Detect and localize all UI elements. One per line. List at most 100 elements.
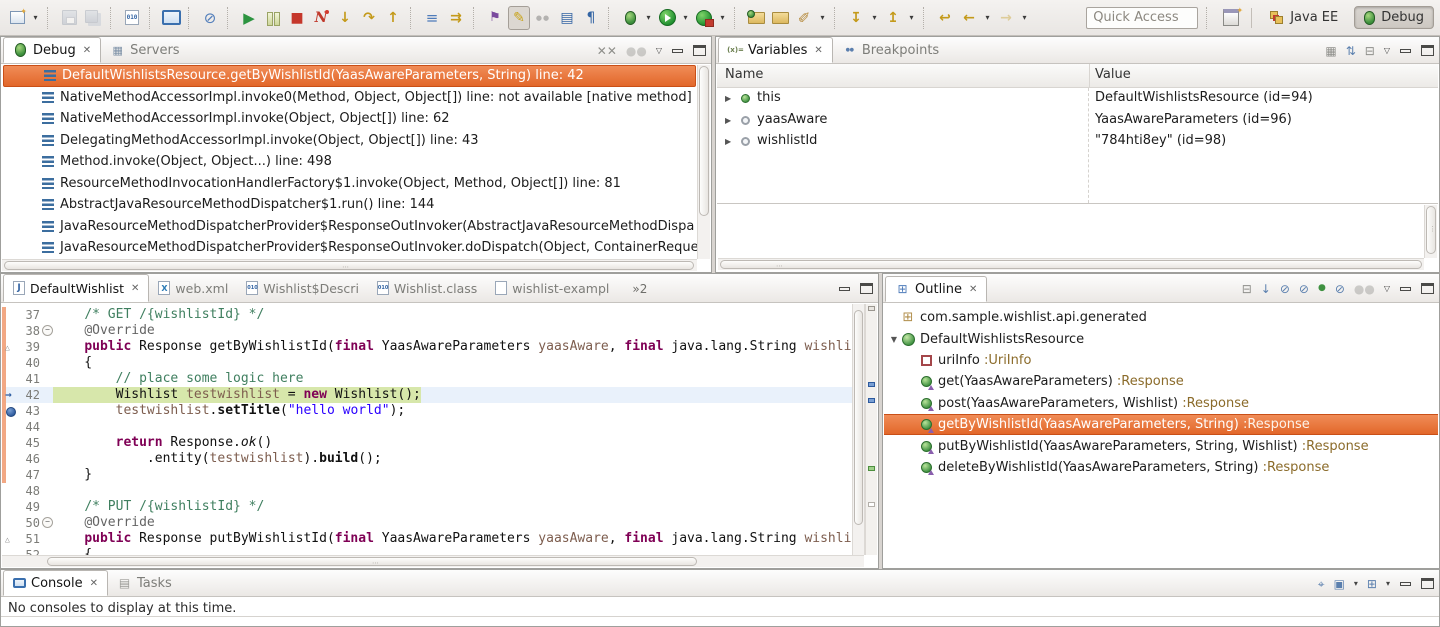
open-task-button[interactable]: [745, 6, 767, 30]
stack-frame[interactable]: JavaResourceMethodDispatcherProvider$Res…: [2, 216, 697, 238]
remove-all-terminated-icon[interactable]: ✕✕: [597, 45, 617, 57]
stack-frame[interactable]: DefaultWishlistsResource.getByWishlistId…: [3, 65, 696, 87]
column-header-name[interactable]: Name: [725, 67, 763, 82]
next-annotation-menu-button[interactable]: ▾: [869, 6, 880, 30]
collapse-all-icon[interactable]: ⊟: [1365, 45, 1375, 57]
suspend-button[interactable]: [262, 6, 284, 30]
expand-icon[interactable]: ▼: [888, 335, 900, 344]
instruction-pointer-marker[interactable]: [2, 387, 16, 403]
override-marker[interactable]: [2, 531, 16, 548]
code-line[interactable]: 39 public Response getByWishlistId(final…: [2, 339, 864, 356]
debug-horizontal-scrollbar[interactable]: ⋯: [2, 259, 697, 271]
step-over-button[interactable]: ↷: [358, 6, 380, 30]
gutter-marker-column[interactable]: [2, 451, 16, 467]
console-tab-console[interactable]: Console ✕: [3, 570, 108, 596]
hide-non-public-members-icon[interactable]: ●: [1318, 284, 1326, 293]
skip-all-breakpoints-button[interactable]: ⊘: [199, 6, 221, 30]
sort-icon[interactable]: ↓: [1261, 283, 1271, 295]
fold-collapse-icon[interactable]: [40, 323, 53, 339]
gutter-marker-column[interactable]: [2, 419, 16, 435]
gutter-marker-column[interactable]: [2, 307, 16, 323]
close-tab-icon[interactable]: ✕: [969, 284, 977, 295]
previous-annotation-menu-button[interactable]: ▾: [906, 6, 917, 30]
code-line[interactable]: 44: [2, 419, 864, 435]
back-menu-button[interactable]: ▾: [982, 6, 993, 30]
maximize-button[interactable]: [693, 45, 706, 56]
new-wizard-button[interactable]: [6, 6, 28, 30]
code-line[interactable]: 43 testwishlist.setTitle("hello world");: [2, 403, 864, 419]
view-menu-icon[interactable]: ▽: [1384, 284, 1390, 293]
variables-tab-variables[interactable]: Variables ✕: [718, 37, 833, 63]
collapse-all-icon[interactable]: ⊟: [1242, 283, 1252, 295]
mark-occurrences-button[interactable]: ✎: [508, 5, 530, 30]
maximize-button[interactable]: [1421, 283, 1434, 294]
stack-frame[interactable]: NativeMethodAccessorImpl.invoke0(Method,…: [2, 87, 697, 109]
outline-tab-outline[interactable]: Outline ✕: [885, 276, 988, 302]
debug-extras-icon[interactable]: ●●: [626, 45, 647, 57]
display-selected-console-icon[interactable]: ▣: [1334, 578, 1345, 590]
close-tab-icon[interactable]: ✕: [814, 45, 822, 56]
maximize-button[interactable]: [1421, 578, 1434, 589]
sash[interactable]: [879, 273, 882, 569]
maximize-button[interactable]: [1421, 45, 1434, 56]
stack-frame[interactable]: DelegatingMethodAccessorImpl.invoke(Obje…: [2, 130, 697, 152]
binary-file-button[interactable]: 010: [125, 10, 139, 25]
debug-tab-servers[interactable]: Servers: [101, 37, 188, 63]
save-button[interactable]: [58, 6, 80, 30]
ruler-occurrence-mark[interactable]: [868, 466, 875, 471]
code-line[interactable]: 41 // place some logic here: [2, 371, 864, 387]
editor-tab-defaultwishlist[interactable]: J DefaultWishlist ✕: [3, 274, 150, 302]
use-step-filters-button[interactable]: ≡: [421, 6, 443, 30]
minimize-button[interactable]: [1399, 578, 1412, 589]
override-marker[interactable]: [2, 339, 16, 356]
scrollbar-thumb[interactable]: [854, 310, 863, 525]
ruler-breakpoint-mark[interactable]: [868, 382, 875, 387]
code-line[interactable]: 40 {: [2, 355, 864, 371]
scrollbar-thumb[interactable]: [699, 66, 709, 216]
stack-frame[interactable]: JavaResourceMethodDispatcherProvider$Res…: [2, 237, 697, 259]
code-line[interactable]: 51 public Response putByWishlistId(final…: [2, 531, 864, 548]
outline-item[interactable]: ▼ DefaultWishlistsResource: [884, 328, 1438, 349]
debug-vertical-scrollbar[interactable]: [697, 65, 710, 259]
hide-fields-icon[interactable]: ⊘: [1280, 283, 1290, 295]
scrollbar-thumb[interactable]: ⋮: [1426, 206, 1436, 254]
display-console-menu-icon[interactable]: ▾: [1354, 579, 1358, 588]
run-menu-button[interactable]: ▾: [680, 6, 691, 30]
gutter-marker-column[interactable]: [2, 467, 16, 483]
show-logical-structure-icon[interactable]: ⇅: [1346, 45, 1356, 57]
gutter-marker-column[interactable]: [2, 371, 16, 387]
save-all-button[interactable]: [82, 6, 104, 30]
stack-frame[interactable]: Method.invoke(Object, Object...) line: 4…: [2, 151, 697, 173]
java-flag-button[interactable]: ⚑: [484, 6, 506, 30]
next-annotation-button[interactable]: ↧: [845, 6, 867, 30]
debug-stack-frames[interactable]: DefaultWishlistsResource.getByWishlistId…: [2, 65, 697, 260]
outline-item[interactable]: getByWishlistId(YaasAwareParameters, Str…: [884, 413, 1438, 436]
debug-button[interactable]: [619, 6, 641, 30]
minimize-button[interactable]: [838, 283, 851, 294]
variables-table[interactable]: ▶ this DefaultWishlistsResource (id=94) ▶ ya…: [717, 88, 1438, 158]
detail-vertical-scrollbar[interactable]: ⋮: [1424, 205, 1437, 258]
gutter-marker-column[interactable]: [2, 355, 16, 371]
open-perspective-button[interactable]: [1219, 6, 1244, 30]
gutter-marker-column[interactable]: [2, 435, 16, 451]
brush-menu-button[interactable]: ▾: [817, 6, 828, 30]
minimize-button[interactable]: [1399, 283, 1412, 294]
show-type-names-icon[interactable]: ▦: [1325, 45, 1336, 57]
open-console-icon[interactable]: ⊞: [1367, 578, 1377, 590]
stack-frame[interactable]: NativeMethodAccessorImpl.invoke(Object, …: [2, 108, 697, 130]
outline-item[interactable]: putByWishlistId(YaasAwareParameters, Str…: [884, 435, 1438, 456]
perspective-debug-button[interactable]: Debug: [1354, 6, 1434, 29]
outline-item[interactable]: com.sample.wishlist.api.generated: [884, 307, 1438, 328]
view-menu-icon[interactable]: ▽: [1384, 46, 1390, 55]
debug-tab-debug[interactable]: Debug ✕: [3, 37, 102, 63]
code-line[interactable]: 45 return Response.ok(): [2, 435, 864, 451]
hide-static-members-icon[interactable]: ⊘: [1299, 283, 1309, 295]
column-resize-handle[interactable]: [1089, 64, 1090, 87]
editor-tab-wishlist-exampl[interactable]: wishlist-exampl: [486, 274, 618, 302]
editor-tab-wishlist-class[interactable]: 010 Wishlist.class: [368, 274, 486, 302]
last-edit-location-button[interactable]: ↩: [934, 6, 956, 30]
expand-icon[interactable]: ▶: [725, 116, 731, 125]
step-filters-button[interactable]: ⇉: [445, 6, 467, 30]
run-button[interactable]: [656, 6, 678, 30]
code-line[interactable]: 46 .entity(testwishlist).build();: [2, 451, 864, 467]
